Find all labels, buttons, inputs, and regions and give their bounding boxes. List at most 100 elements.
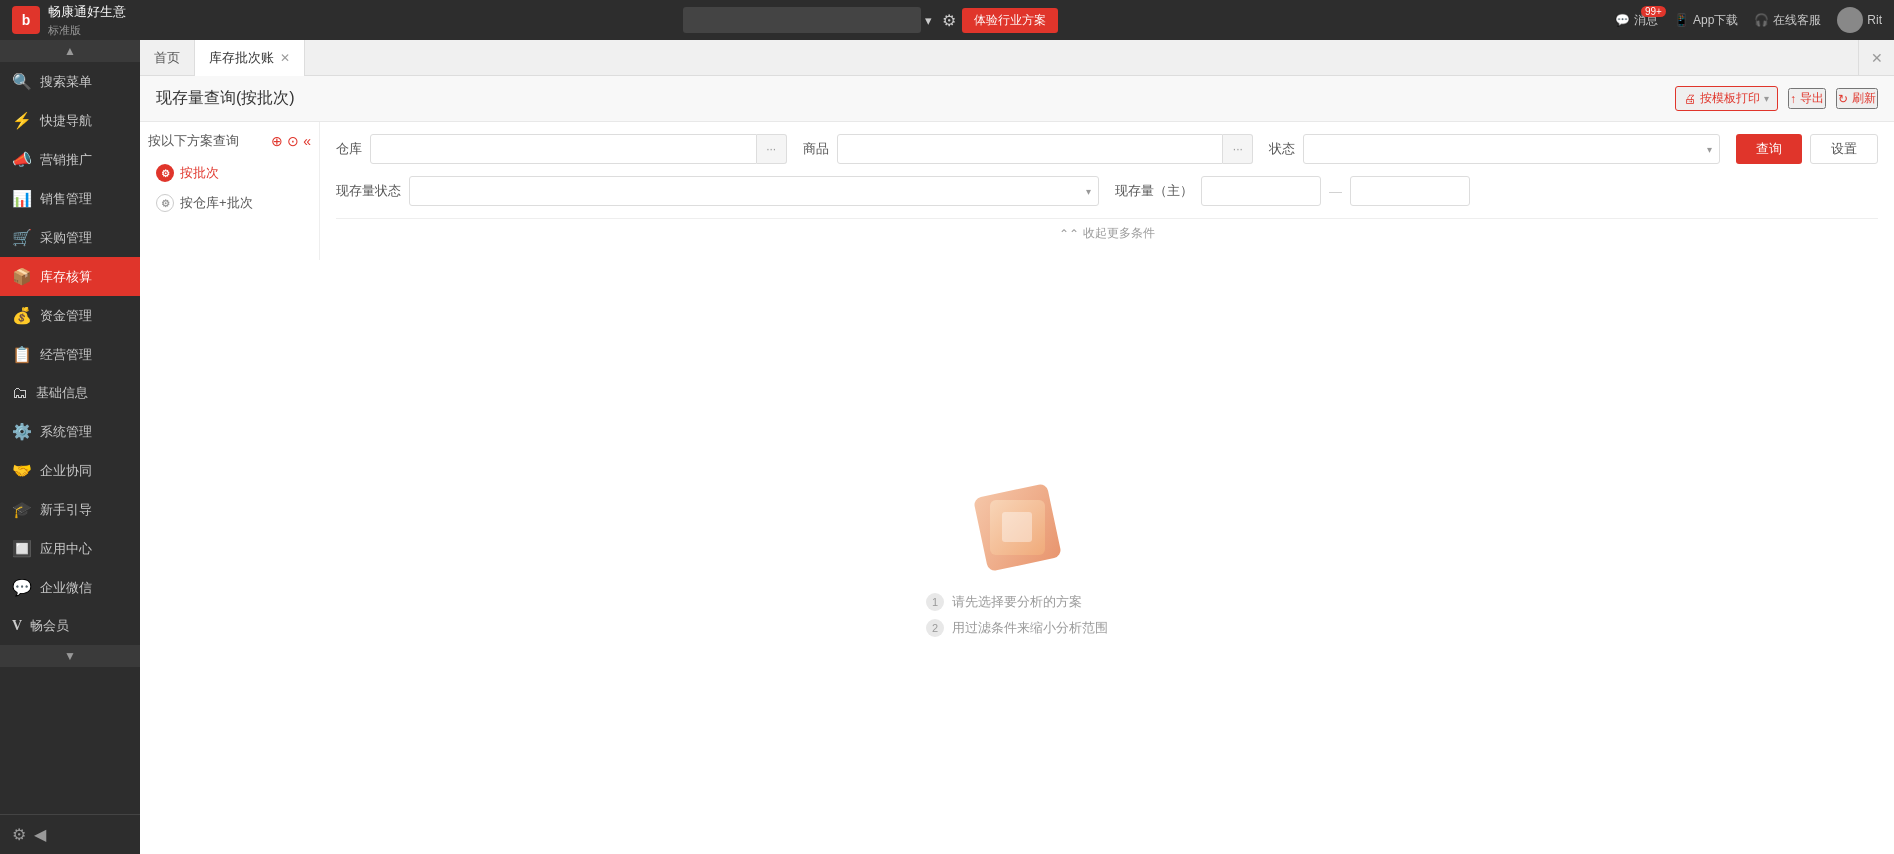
sidebar-label-finance: 资金管理 — [40, 307, 92, 325]
search-dropdown-button[interactable]: ▾ — [921, 11, 936, 30]
warehouse-input[interactable] — [370, 134, 757, 164]
goods-input-wrap: ··· — [837, 134, 1254, 164]
tab-close-button[interactable]: ✕ — [280, 52, 290, 64]
stock-status-select[interactable] — [409, 176, 1099, 206]
scheme-batch-label: 按批次 — [180, 164, 219, 182]
search-input[interactable] — [683, 7, 921, 33]
sidebar-label-inventory: 库存核算 — [40, 268, 92, 286]
stock-qty-max-input[interactable] — [1350, 176, 1470, 206]
printer-icon: 🖨 — [1684, 92, 1696, 106]
collapse-label: 收起更多条件 — [1083, 225, 1155, 242]
sidebar-item-quick-nav[interactable]: ⚡ 快捷导航 — [0, 101, 140, 140]
tip-num-2: 2 — [926, 619, 944, 637]
quick-nav-icon: ⚡ — [12, 111, 32, 130]
tab-inventory-batch[interactable]: 库存批次账 ✕ — [195, 40, 305, 76]
sidebar-item-search[interactable]: 🔍 搜索菜单 — [0, 62, 140, 101]
system-icon: ⚙️ — [12, 422, 32, 441]
sidebar-label-marketing: 营销推广 — [40, 151, 92, 169]
tab-home[interactable]: 首页 — [140, 40, 195, 76]
sidebar-item-inventory[interactable]: 📦 库存核算 — [0, 257, 140, 296]
sidebar-item-system[interactable]: ⚙️ 系统管理 — [0, 412, 140, 451]
tip-text-2: 用过滤条件来缩小分析范围 — [952, 619, 1108, 637]
scheme-warehouse-batch-icon: ⚙ — [156, 194, 174, 212]
app-version: 标准版 — [48, 23, 126, 38]
warehouse-label: 仓库 — [336, 140, 362, 158]
sidebar-scroll-down[interactable]: ▼ — [0, 645, 140, 667]
empty-tip-2: 2 用过滤条件来缩小分析范围 — [926, 619, 1108, 637]
sidebar-item-wechat[interactable]: 💬 企业微信 — [0, 568, 140, 607]
sidebar-bottom: ⚙ ◀ — [0, 814, 140, 854]
print-button[interactable]: 🖨 按模板打印 ▾ — [1675, 86, 1778, 111]
settings-button[interactable]: 设置 — [1810, 134, 1878, 164]
sidebar-item-finance[interactable]: 💰 资金管理 — [0, 296, 140, 335]
scheme-panel-header: 按以下方案查询 ⊕ ⊙ « — [148, 132, 311, 150]
goods-field: 商品 ··· — [803, 134, 1254, 164]
warehouse-more-button[interactable]: ··· — [757, 134, 787, 164]
page-header: 现存量查询(按批次) 🖨 按模板打印 ▾ ↑ 导出 ↻ 刷新 — [140, 76, 1894, 122]
sidebar-settings-button[interactable]: ⚙ — [12, 825, 26, 844]
sidebar-label-basic: 基础信息 — [36, 384, 88, 402]
sidebar-label-wechat: 企业微信 — [40, 579, 92, 597]
sales-icon: 📊 — [12, 189, 32, 208]
sidebar-item-sales[interactable]: 📊 销售管理 — [0, 179, 140, 218]
collapse-conditions-button[interactable]: ⌃⌃ 收起更多条件 — [336, 218, 1878, 248]
sidebar-item-new-guide[interactable]: 🎓 新手引导 — [0, 490, 140, 529]
page-header-actions: 🖨 按模板打印 ▾ ↑ 导出 ↻ 刷新 — [1675, 86, 1878, 111]
refresh-button[interactable]: ↻ 刷新 — [1836, 88, 1878, 109]
app-download-label: App下载 — [1693, 12, 1738, 29]
sidebar-item-enterprise[interactable]: 🤝 企业协同 — [0, 451, 140, 490]
online-service-button[interactable]: 🎧 在线客服 — [1754, 12, 1821, 29]
operations-icon: 📋 — [12, 345, 32, 364]
sidebar-label-member: 畅会员 — [30, 617, 69, 635]
stock-qty-min-input[interactable] — [1201, 176, 1321, 206]
sidebar-item-app-center[interactable]: 🔲 应用中心 — [0, 529, 140, 568]
tip-text-1: 请先选择要分析的方案 — [952, 593, 1082, 611]
sidebar-label-quick-nav: 快捷导航 — [40, 112, 92, 130]
top-bar: b 畅康通好生意 标准版 ▾ ⚙ 体验行业方案 💬 消息 99+ 📱 App下载… — [0, 0, 1894, 40]
goods-input[interactable] — [837, 134, 1224, 164]
tab-inventory-batch-label: 库存批次账 — [209, 49, 274, 67]
app-info: 畅康通好生意 标准版 — [48, 3, 126, 38]
marketing-icon: 📣 — [12, 150, 32, 169]
topbar-settings-button[interactable]: ⚙ — [942, 11, 956, 30]
sidebar-collapse-button[interactable]: ◀ — [34, 825, 46, 844]
export-button[interactable]: ↑ 导出 — [1788, 88, 1826, 109]
sidebar-item-basic[interactable]: 🗂 基础信息 — [0, 374, 140, 412]
scheme-add-button[interactable]: ⊕ — [271, 133, 283, 149]
tab-close-all-button[interactable]: ✕ — [1858, 40, 1894, 76]
main-layout: ▲ 🔍 搜索菜单 ⚡ 快捷导航 📣 营销推广 📊 销售管理 🛒 采购管理 📦 库… — [0, 40, 1894, 854]
tab-bar: 首页 库存批次账 ✕ ✕ — [140, 40, 1894, 76]
industry-solution-button[interactable]: 体验行业方案 — [962, 8, 1058, 33]
sidebar-scroll-up[interactable]: ▲ — [0, 40, 140, 62]
app-logo: b — [12, 6, 40, 34]
message-button[interactable]: 💬 消息 99+ — [1615, 12, 1658, 29]
scheme-item-batch[interactable]: ⚙ 按批次 — [148, 158, 311, 188]
sidebar-label-purchase: 采购管理 — [40, 229, 92, 247]
page-content: 现存量查询(按批次) 🖨 按模板打印 ▾ ↑ 导出 ↻ 刷新 — [140, 76, 1894, 854]
user-avatar-button[interactable]: Rit — [1837, 7, 1882, 33]
scheme-batch-icon: ⚙ — [156, 164, 174, 182]
query-button[interactable]: 查询 — [1736, 134, 1802, 164]
goods-more-button[interactable]: ··· — [1223, 134, 1253, 164]
filter-area: 按以下方案查询 ⊕ ⊙ « ⚙ 按批次 ⚙ 按仓库+批次 — [140, 122, 1894, 260]
sidebar-item-member[interactable]: V 畅会员 — [0, 607, 140, 645]
tab-right: ✕ — [1858, 40, 1894, 76]
scheme-collapse-button[interactable]: « — [303, 133, 311, 149]
sidebar-item-purchase[interactable]: 🛒 采购管理 — [0, 218, 140, 257]
scheme-settings-button[interactable]: ⊙ — [287, 133, 299, 149]
sidebar-label-new-guide: 新手引导 — [40, 501, 92, 519]
filter-row-1: 仓库 ··· 商品 ··· — [336, 134, 1878, 164]
stock-qty-separator: — — [1329, 184, 1342, 199]
page-title: 现存量查询(按批次) — [156, 88, 295, 109]
scheme-item-warehouse-batch[interactable]: ⚙ 按仓库+批次 — [148, 188, 311, 218]
sidebar-label-operations: 经营管理 — [40, 346, 92, 364]
stock-qty-label: 现存量（主） — [1115, 182, 1193, 200]
sidebar-item-operations[interactable]: 📋 经营管理 — [0, 335, 140, 374]
app-download-button[interactable]: 📱 App下载 — [1674, 12, 1738, 29]
status-label: 状态 — [1269, 140, 1295, 158]
status-select[interactable] — [1303, 134, 1720, 164]
sidebar-item-marketing[interactable]: 📣 营销推广 — [0, 140, 140, 179]
sidebar-label-app-center: 应用中心 — [40, 540, 92, 558]
message-icon: 💬 — [1615, 13, 1630, 27]
empty-state: 1 请先选择要分析的方案 2 用过滤条件来缩小分析范围 — [140, 260, 1894, 854]
